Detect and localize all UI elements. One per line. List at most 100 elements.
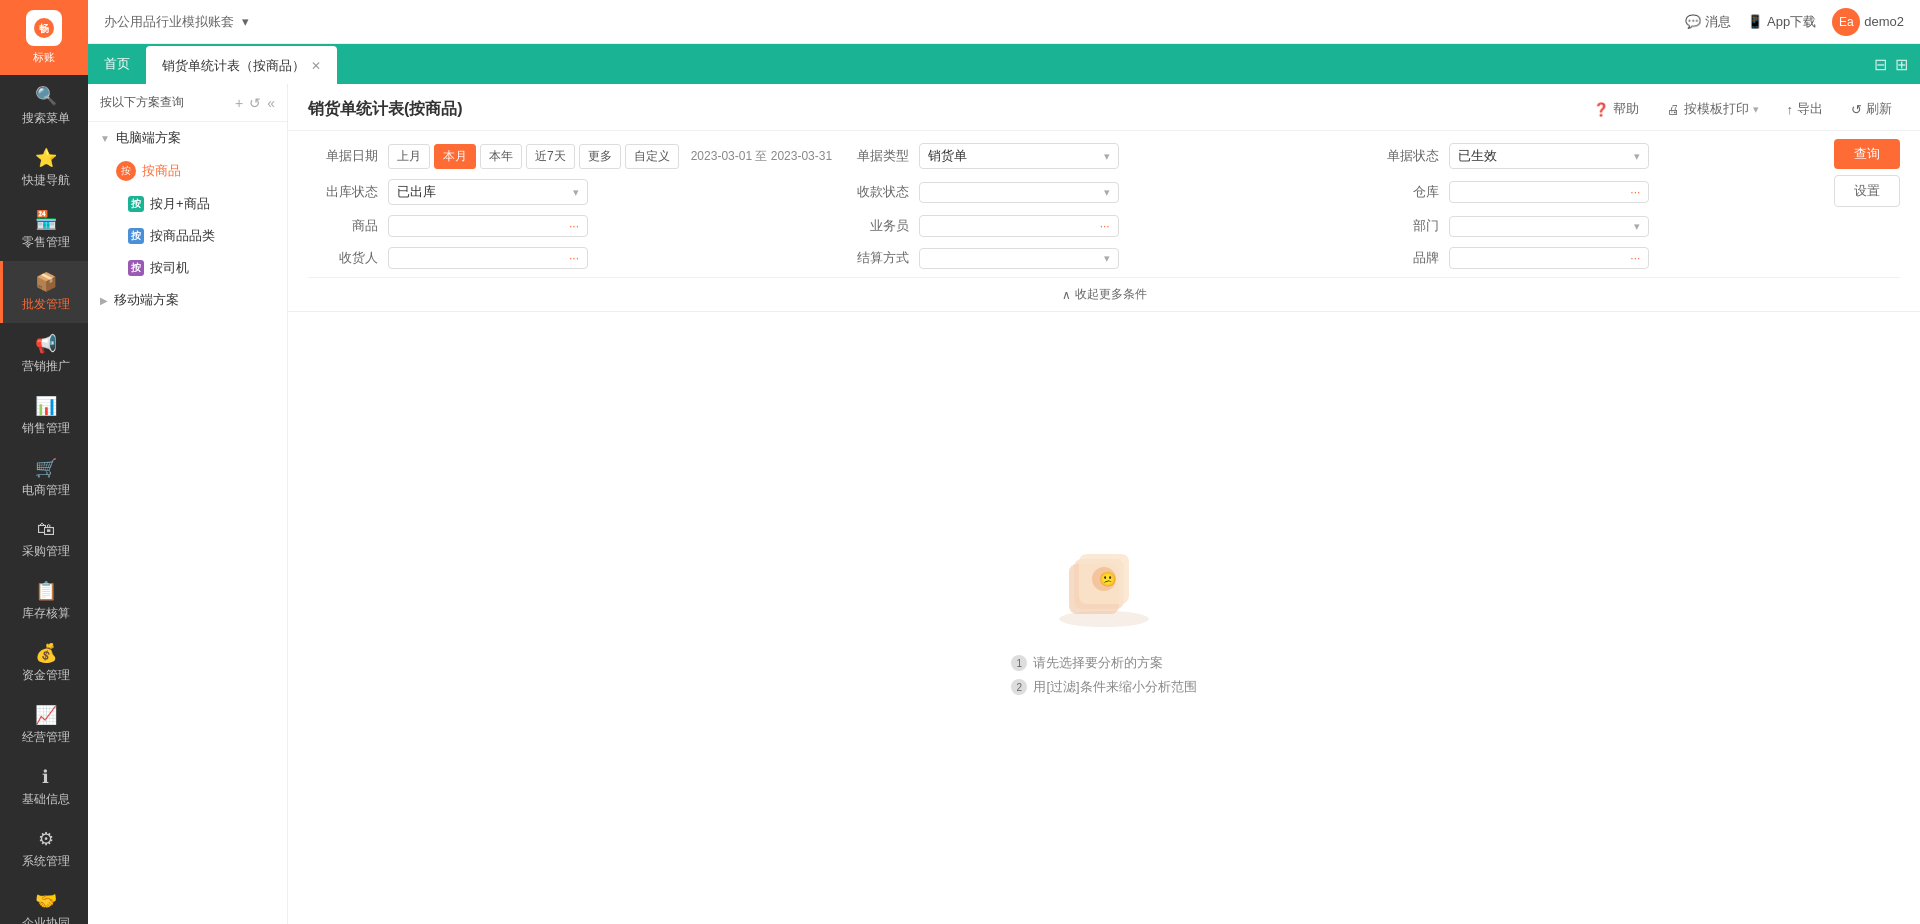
consignee-more-icon[interactable]: ··· bbox=[569, 251, 579, 265]
help-button[interactable]: ❓ 帮助 bbox=[1585, 96, 1647, 122]
filter-row-1: 单据日期 上月 本月 本年 近7天 更多 自定义 2023-03-01 至 20… bbox=[308, 143, 1900, 169]
tree-item-label: 按月+商品 bbox=[150, 195, 210, 213]
user-initial: Ea bbox=[1839, 15, 1854, 29]
consignee-input[interactable]: ··· bbox=[388, 247, 588, 269]
enterprise-icon: 🤝 bbox=[35, 890, 57, 912]
sidebar-item-purchase[interactable]: 🛍 采购管理 bbox=[0, 509, 88, 570]
left-panel-title: 按以下方案查询 bbox=[100, 94, 184, 111]
this-year-button[interactable]: 本年 bbox=[480, 144, 522, 169]
filter-cell-salesperson: 业务员 ··· bbox=[839, 215, 1370, 237]
tree-item-label: 按商品 bbox=[142, 162, 181, 180]
query-button[interactable]: 查询 bbox=[1834, 139, 1900, 169]
header-right: 💬 消息 📱 App下载 Ea demo2 bbox=[1685, 8, 1904, 36]
left-panel-icons: + ↺ « bbox=[235, 95, 275, 111]
sidebar-item-label: 采购管理 bbox=[22, 543, 70, 560]
sidebar-item-label: 营销推广 bbox=[22, 358, 70, 375]
warehouse-status-select[interactable]: 已出库 ▾ bbox=[388, 179, 588, 205]
window-minimize-icon[interactable]: ⊟ bbox=[1874, 55, 1887, 74]
collapse-panel-icon[interactable]: « bbox=[267, 95, 275, 111]
brand-more-icon[interactable]: ··· bbox=[1630, 251, 1640, 265]
user-name: demo2 bbox=[1864, 14, 1904, 29]
sidebar-item-basic[interactable]: ℹ 基础信息 bbox=[0, 756, 88, 818]
filter-cell-warehouse-status: 出库状态 已出库 ▾ bbox=[308, 179, 839, 205]
chart-icon: 📊 bbox=[35, 395, 57, 417]
window-maximize-icon[interactable]: ⊞ bbox=[1895, 55, 1908, 74]
tree-item-by-goods[interactable]: 按 按商品 bbox=[88, 154, 287, 188]
print-button[interactable]: 🖨 按模板打印 ▾ bbox=[1659, 96, 1767, 122]
this-month-button[interactable]: 本月 bbox=[434, 144, 476, 169]
tree-item-pc[interactable]: ▼ 电脑端方案 bbox=[88, 122, 287, 154]
tab-home[interactable]: 首页 bbox=[88, 44, 146, 84]
warehouse-input[interactable]: ··· bbox=[1449, 181, 1649, 203]
goods-more-icon[interactable]: ··· bbox=[569, 219, 579, 233]
sidebar-item-label: 库存核算 bbox=[22, 605, 70, 622]
tree-item-by-month-goods[interactable]: 按 按月+商品 bbox=[88, 188, 287, 220]
sidebar-item-label: 零售管理 bbox=[22, 234, 70, 251]
money-icon: 💰 bbox=[35, 642, 57, 664]
help-label: 帮助 bbox=[1613, 100, 1639, 118]
doc-status-select[interactable]: 已生效 ▾ bbox=[1449, 143, 1649, 169]
star-icon: ⭐ bbox=[35, 147, 57, 169]
filter-cell-doc-type: 单据类型 销货单 ▾ bbox=[839, 143, 1370, 169]
date-range-text: 2023-03-01 至 2023-03-31 bbox=[691, 148, 832, 165]
refresh-button[interactable]: ↺ 刷新 bbox=[1843, 96, 1900, 122]
settlement-select[interactable]: ▾ bbox=[919, 248, 1119, 269]
salesperson-more-icon[interactable]: ··· bbox=[1100, 219, 1110, 233]
sidebar-item-ecommerce[interactable]: 🛒 电商管理 bbox=[0, 447, 88, 509]
settings-button[interactable]: 设置 bbox=[1834, 175, 1900, 207]
filter-area: 单据日期 上月 本月 本年 近7天 更多 自定义 2023-03-01 至 20… bbox=[288, 131, 1920, 312]
goods-label: 商品 bbox=[308, 217, 388, 235]
sidebar-item-marketing[interactable]: 📢 营销推广 bbox=[0, 323, 88, 385]
store-icon: 🏪 bbox=[35, 209, 57, 231]
add-scheme-icon[interactable]: + bbox=[235, 95, 243, 111]
refresh-scheme-icon[interactable]: ↺ bbox=[249, 95, 261, 111]
warehouse-more-icon[interactable]: ··· bbox=[1630, 185, 1640, 199]
tree-item-mobile[interactable]: ▶ 移动端方案 bbox=[88, 284, 287, 316]
export-button[interactable]: ↑ 导出 bbox=[1779, 96, 1832, 122]
settlement-label: 结算方式 bbox=[839, 249, 919, 267]
payment-status-select[interactable]: ▾ bbox=[919, 182, 1119, 203]
tip-num-2: 2 bbox=[1011, 679, 1027, 695]
sidebar-item-sales[interactable]: 📊 销售管理 bbox=[0, 385, 88, 447]
last7days-button[interactable]: 近7天 bbox=[526, 144, 575, 169]
user-menu[interactable]: Ea demo2 bbox=[1832, 8, 1904, 36]
export-icon: ↑ bbox=[1787, 102, 1794, 117]
salesperson-input[interactable]: ··· bbox=[919, 215, 1119, 237]
tree-item-by-cashier[interactable]: 按 按司机 bbox=[88, 252, 287, 284]
left-panel: 按以下方案查询 + ↺ « ▼ 电脑端方案 按 按商品 按 按月 bbox=[88, 84, 288, 924]
goods-input[interactable]: ··· bbox=[388, 215, 588, 237]
page-title: 销货单统计表(按商品) bbox=[308, 99, 463, 120]
tree-item-label: 移动端方案 bbox=[114, 291, 179, 309]
sidebar-item-enterprise[interactable]: 🤝 企业协同 bbox=[0, 880, 88, 924]
sidebar-item-system[interactable]: ⚙ 系统管理 bbox=[0, 818, 88, 880]
collapse-filter-button[interactable]: ∧ 收起更多条件 bbox=[308, 277, 1900, 311]
doc-type-select[interactable]: 销货单 ▾ bbox=[919, 143, 1119, 169]
sidebar-item-search[interactable]: 🔍 搜索菜单 bbox=[0, 75, 88, 137]
filter-cell-doc-status: 单据状态 已生效 ▾ 查询 设置 bbox=[1369, 143, 1900, 169]
tab-sales-stats[interactable]: 销货单统计表（按商品） ✕ bbox=[146, 46, 337, 86]
sidebar-item-wholesale[interactable]: 📦 批发管理 bbox=[0, 261, 88, 323]
sidebar-item-quick-nav[interactable]: ⭐ 快捷导航 bbox=[0, 137, 88, 199]
tree-item-label: 电脑端方案 bbox=[116, 129, 181, 147]
message-button[interactable]: 💬 消息 bbox=[1685, 13, 1731, 31]
tab-close-icon[interactable]: ✕ bbox=[311, 60, 321, 72]
dept-select[interactable]: ▾ bbox=[1449, 216, 1649, 237]
dropdown-icon[interactable]: ▾ bbox=[242, 14, 249, 29]
filter-cell-goods: 商品 ··· bbox=[308, 215, 839, 237]
sidebar-item-inventory[interactable]: 📋 库存核算 bbox=[0, 570, 88, 632]
brand-input[interactable]: ··· bbox=[1449, 247, 1649, 269]
sidebar-logo: 畅 标账 bbox=[0, 0, 88, 75]
sidebar-item-operation[interactable]: 📈 经营管理 bbox=[0, 694, 88, 756]
more-date-button[interactable]: 更多 bbox=[579, 144, 621, 169]
active-badge: 按 bbox=[116, 161, 136, 181]
message-label: 消息 bbox=[1705, 13, 1731, 31]
sidebar-item-retail[interactable]: 🏪 零售管理 bbox=[0, 199, 88, 261]
app-download-button[interactable]: 📱 App下载 bbox=[1747, 13, 1816, 31]
tree-item-by-goods-cat[interactable]: 按 按商品品类 bbox=[88, 220, 287, 252]
prev-month-button[interactable]: 上月 bbox=[388, 144, 430, 169]
consignee-label: 收货人 bbox=[308, 249, 388, 267]
doc-type-value: 销货单 bbox=[928, 147, 967, 165]
custom-date-button[interactable]: 自定义 bbox=[625, 144, 679, 169]
sidebar-item-finance[interactable]: 💰 资金管理 bbox=[0, 632, 88, 694]
tabs-bar: 首页 销货单统计表（按商品） ✕ ⊟ ⊞ bbox=[88, 44, 1920, 84]
